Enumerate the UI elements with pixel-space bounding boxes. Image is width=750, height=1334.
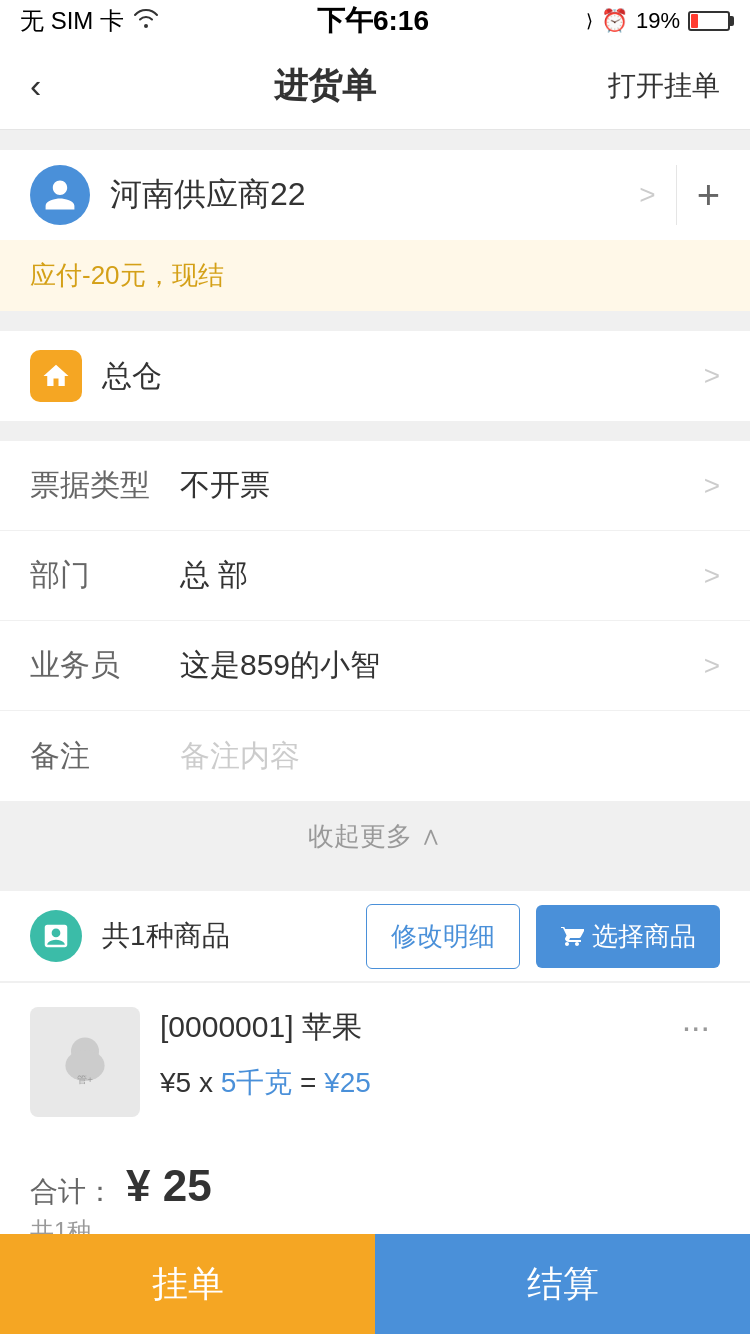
- product-price: ¥5 x 5千克 = ¥25: [160, 1064, 652, 1102]
- status-right: ⟩ ⏰ 19%: [586, 8, 730, 34]
- price-separator: x: [199, 1067, 221, 1098]
- price-value: ¥5: [160, 1067, 191, 1098]
- page-title: 进货单: [274, 63, 376, 109]
- warehouse-name: 总仓: [102, 356, 704, 397]
- supplier-chevron: >: [639, 179, 655, 211]
- collapse-toggle[interactable]: 收起更多 ∧: [0, 801, 750, 871]
- wifi-icon: [132, 7, 160, 35]
- form-section: 票据类型 不开票 > 部门 总 部 > 业务员 这是859的小智 > 备注 备注…: [0, 441, 750, 801]
- separator: [676, 165, 677, 225]
- price-quantity: 5千克: [221, 1067, 293, 1098]
- supplier-row[interactable]: 河南供应商22 > +: [0, 150, 750, 240]
- svg-text:管+: 管+: [77, 1074, 93, 1085]
- checkout-button[interactable]: 结算: [375, 1234, 750, 1334]
- product-card: 管+ [0000001] 苹果 ¥5 x 5千克 = ¥25 ···: [0, 983, 750, 1141]
- back-button[interactable]: ‹: [30, 66, 41, 105]
- product-info: [0000001] 苹果 ¥5 x 5千克 = ¥25: [160, 1007, 652, 1102]
- salesperson-row[interactable]: 业务员 这是859的小智 >: [0, 621, 750, 711]
- price-equals: =: [300, 1067, 324, 1098]
- product-name: [0000001] 苹果: [160, 1007, 652, 1048]
- supplier-section: 河南供应商22 > + 应付-20元，现结: [0, 150, 750, 311]
- product-thumbnail: 管+: [30, 1007, 140, 1117]
- product-count-icon: [30, 910, 82, 962]
- department-chevron: >: [704, 560, 720, 592]
- divider-4: [0, 871, 750, 891]
- select-product-label: 选择商品: [592, 919, 696, 954]
- select-product-button[interactable]: 选择商品: [536, 905, 720, 968]
- price-total: ¥25: [324, 1067, 371, 1098]
- product-more-button[interactable]: ···: [672, 1007, 720, 1046]
- invoice-type-label: 票据类型: [30, 465, 170, 506]
- summary-label: 合计：: [30, 1173, 114, 1211]
- carrier-label: 无 SIM 卡: [20, 5, 124, 37]
- status-bar: 无 SIM 卡 下午6:16 ⟩ ⏰ 19%: [0, 0, 750, 42]
- divider-1: [0, 130, 750, 150]
- collapse-label: 收起更多 ∧: [308, 819, 441, 854]
- product-count-label: 共1种商品: [102, 917, 366, 955]
- warehouse-section: 总仓 >: [0, 331, 750, 421]
- warehouse-icon: [30, 350, 82, 402]
- remark-row[interactable]: 备注 备注内容: [0, 711, 750, 801]
- department-row[interactable]: 部门 总 部 >: [0, 531, 750, 621]
- supplier-avatar: [30, 165, 90, 225]
- status-left: 无 SIM 卡: [20, 5, 160, 37]
- alarm-icon: ⏰: [601, 8, 628, 34]
- supplier-name: 河南供应商22: [110, 173, 639, 217]
- remark-label: 备注: [30, 736, 170, 777]
- battery-percent: 19%: [636, 8, 680, 34]
- invoice-type-row[interactable]: 票据类型 不开票 >: [0, 441, 750, 531]
- supplier-notice: 应付-20元，现结: [0, 240, 750, 311]
- action-bar: 挂单 结算: [0, 1234, 750, 1334]
- salesperson-chevron: >: [704, 650, 720, 682]
- edit-detail-button[interactable]: 修改明细: [366, 904, 520, 969]
- summary-amount: ¥ 25: [126, 1161, 212, 1211]
- salesperson-value: 这是859的小智: [180, 645, 704, 686]
- warehouse-row[interactable]: 总仓 >: [0, 331, 750, 421]
- product-code: [0000001]: [160, 1010, 293, 1043]
- open-pending-button[interactable]: 打开挂单: [608, 67, 720, 105]
- warehouse-chevron: >: [704, 360, 720, 392]
- nav-bar: ‹ 进货单 打开挂单: [0, 42, 750, 130]
- product-name-text: 苹果: [302, 1010, 362, 1043]
- status-time: 下午6:16: [317, 2, 429, 40]
- divider-3: [0, 421, 750, 441]
- summary-row: 合计： ¥ 25: [30, 1161, 720, 1211]
- location-icon: ⟩: [586, 10, 593, 32]
- suspend-button[interactable]: 挂单: [0, 1234, 375, 1334]
- department-value: 总 部: [180, 555, 704, 596]
- divider-2: [0, 311, 750, 331]
- remark-input[interactable]: 备注内容: [180, 736, 720, 777]
- add-supplier-button[interactable]: +: [697, 173, 720, 218]
- department-label: 部门: [30, 555, 170, 596]
- product-header: 共1种商品 修改明细 选择商品: [0, 891, 750, 981]
- invoice-type-chevron: >: [704, 470, 720, 502]
- invoice-type-value: 不开票: [180, 465, 704, 506]
- salesperson-label: 业务员: [30, 645, 170, 686]
- battery-icon: [688, 11, 730, 31]
